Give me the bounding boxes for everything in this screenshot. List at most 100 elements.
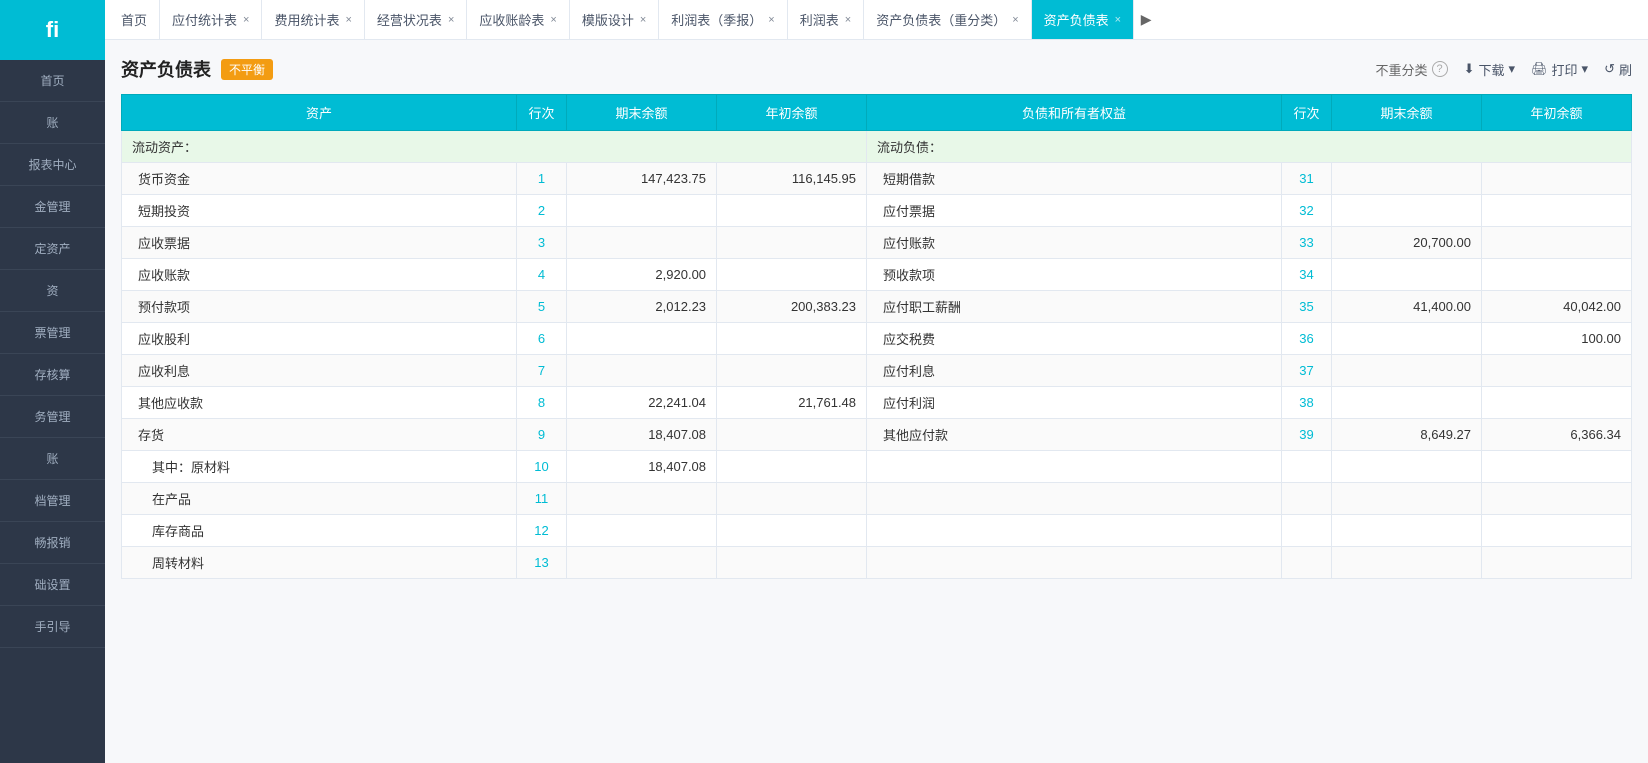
tab-balance[interactable]: 资产负债表 × [1032,0,1134,40]
sidebar-item-fixed-assets[interactable]: 定资产 [0,228,105,270]
sidebar-item-report-center[interactable]: 报表中心 [0,144,105,186]
right-row-num: 39 [1282,419,1332,451]
left-begin-amount [717,355,867,387]
tab-close-icon[interactable]: × [1012,14,1018,26]
col-end-balance-right: 期末余额 [1332,95,1482,131]
right-label: 其他应付款 [867,419,1282,451]
left-row-num: 9 [517,419,567,451]
right-label: 预收款项 [867,259,1282,291]
left-label: 应收股利 [122,323,517,355]
refresh-button[interactable]: ↺ 刷 [1604,60,1632,79]
right-row-num [1282,515,1332,547]
right-begin-amount [1482,227,1632,259]
col-begin-balance-right: 年初余额 [1482,95,1632,131]
left-end-amount: 2,920.00 [567,259,717,291]
right-row-num [1282,483,1332,515]
right-end-amount: 20,700.00 [1332,227,1482,259]
table-row[interactable]: 其中：原材料 10 18,407.08 [122,451,1632,483]
sidebar-item-guide[interactable]: 手引导 [0,606,105,648]
right-begin-amount: 40,042.00 [1482,291,1632,323]
print-icon: 🖨 [1531,61,1548,77]
page-title: 资产负债表 [121,56,211,82]
tab-operation-status[interactable]: 经营状况表 × [365,0,467,40]
right-row-num [1282,547,1332,579]
table-row[interactable]: 应收利息 7 应付利息 37 [122,355,1632,387]
right-begin-amount [1482,195,1632,227]
sidebar-item-tax-mgmt[interactable]: 务管理 [0,396,105,438]
right-begin-amount: 100.00 [1482,323,1632,355]
left-begin-amount: 21,761.48 [717,387,867,419]
sidebar-item-inventory[interactable]: 存核算 [0,354,105,396]
left-label: 应收利息 [122,355,517,387]
left-end-amount [567,227,717,259]
left-begin-amount [717,195,867,227]
right-begin-amount: 6,366.34 [1482,419,1632,451]
sidebar-item-home[interactable]: 首页 [0,60,105,102]
right-label: 应交税费 [867,323,1282,355]
left-row-num: 7 [517,355,567,387]
tab-profit-quarterly[interactable]: 利润表（季报） × [659,0,787,40]
col-row-num-left: 行次 [517,95,567,131]
table-row[interactable]: 短期投资 2 应付票据 32 [122,195,1632,227]
left-end-amount: 22,241.04 [567,387,717,419]
tab-bar: 首页 应付统计表 × 费用统计表 × 经营状况表 × 应收账龄表 × 模版设计 … [105,0,1648,40]
table-row[interactable]: 应收账款 4 2,920.00 预收款项 34 [122,259,1632,291]
table-row[interactable]: 预付款项 5 2,012.23 200,383.23 应付职工薪酬 35 41,… [122,291,1632,323]
col-end-balance-left: 期末余额 [567,95,717,131]
tab-close-icon[interactable]: × [550,14,556,26]
table-row[interactable]: 其他应收款 8 22,241.04 21,761.48 应付利润 38 [122,387,1632,419]
tab-profit[interactable]: 利润表 × [788,0,864,40]
page-header: 资产负债表 不平衡 不重分类 ? ⬇ 下载 ▾ 🖨 打印 ▾ [121,56,1632,82]
section-right-label: 流动负债： [867,131,1632,163]
tab-close-icon[interactable]: × [1115,14,1121,26]
left-row-num: 3 [517,227,567,259]
no-reclass-toggle[interactable]: 不重分类 ? [1376,60,1448,79]
right-row-num: 38 [1282,387,1332,419]
print-button[interactable]: 🖨 打印 ▾ [1531,60,1588,79]
tab-close-icon[interactable]: × [640,14,646,26]
tab-close-icon[interactable]: × [448,14,454,26]
tab-close-icon[interactable]: × [345,14,351,26]
right-row-num: 34 [1282,259,1332,291]
table-row[interactable]: 应收票据 3 应付账款 33 20,700.00 [122,227,1632,259]
sidebar-item-archive[interactable]: 档管理 [0,480,105,522]
tab-expense-stats[interactable]: 费用统计表 × [262,0,364,40]
tab-home[interactable]: 首页 [109,0,160,40]
main-area: 首页 应付统计表 × 费用统计表 × 经营状况表 × 应收账龄表 × 模版设计 … [105,0,1648,763]
tab-close-icon[interactable]: × [768,14,774,26]
right-end-amount: 8,649.27 [1332,419,1482,451]
sidebar-item-basic-settings[interactable]: 础设置 [0,564,105,606]
sidebar-item-account[interactable]: 账 [0,102,105,144]
table-row[interactable]: 周转材料 13 [122,547,1632,579]
download-button[interactable]: ⬇ 下载 ▾ [1464,60,1515,79]
left-begin-amount [717,483,867,515]
tab-balance-reclassified[interactable]: 资产负债表（重分类） × [864,0,1031,40]
sidebar-item-assets[interactable]: 资 [0,270,105,312]
tab-template-design[interactable]: 模版设计 × [570,0,659,40]
table-row[interactable]: 在产品 11 [122,483,1632,515]
help-icon[interactable]: ? [1432,61,1448,77]
table-row[interactable]: 存货 9 18,407.08 其他应付款 39 8,649.27 6,366.3… [122,419,1632,451]
tab-payable-stats[interactable]: 应付统计表 × [160,0,262,40]
tab-receivable-aging[interactable]: 应收账龄表 × [467,0,569,40]
right-label: 短期借款 [867,163,1282,195]
table-row[interactable]: 货币资金 1 147,423.75 116,145.95 短期借款 31 [122,163,1632,195]
tab-close-icon[interactable]: × [243,14,249,26]
col-row-num-right: 行次 [1282,95,1332,131]
right-end-amount [1332,483,1482,515]
tab-scroll-right[interactable]: ▶ [1134,0,1158,40]
sidebar-item-ticket-mgmt[interactable]: 票管理 [0,312,105,354]
sidebar-item-expense[interactable]: 畅报销 [0,522,105,564]
right-label: 应付账款 [867,227,1282,259]
table-row[interactable]: 库存商品 12 [122,515,1632,547]
right-row-num: 33 [1282,227,1332,259]
table-row[interactable]: 应收股利 6 应交税费 36 100.00 [122,323,1632,355]
left-row-num: 8 [517,387,567,419]
sidebar-item-ledger[interactable]: 账 [0,438,105,480]
tab-close-icon[interactable]: × [845,14,851,26]
sidebar-item-fund-mgmt[interactable]: 金管理 [0,186,105,228]
right-row-num: 37 [1282,355,1332,387]
left-label: 预付款项 [122,291,517,323]
left-label: 周转材料 [122,547,517,579]
right-end-amount [1332,323,1482,355]
